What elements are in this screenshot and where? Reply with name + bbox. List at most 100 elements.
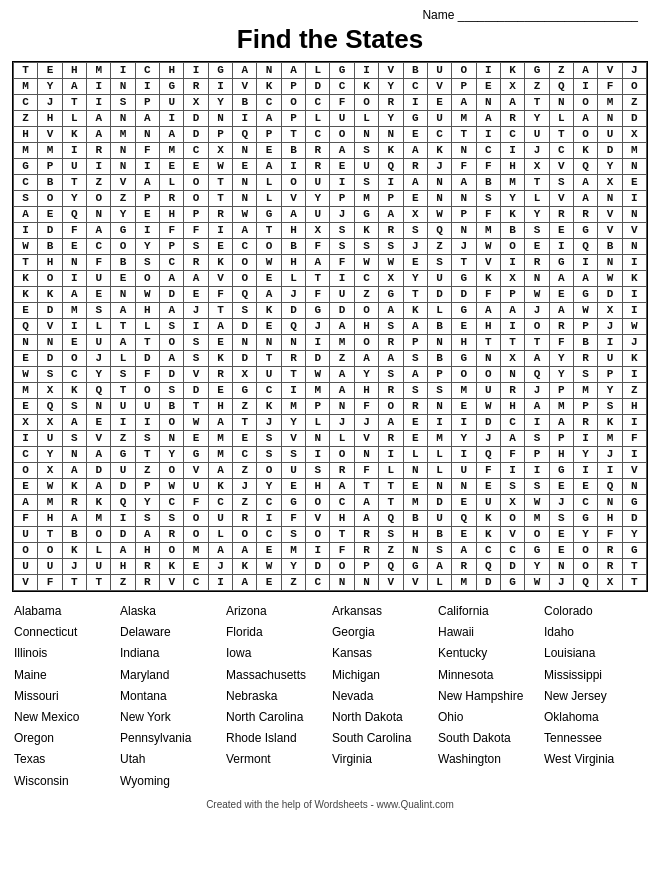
grid-cell: K — [257, 79, 281, 95]
grid-cell: O — [38, 191, 62, 207]
grid-cell: U — [428, 111, 452, 127]
grid-cell: Q — [87, 383, 111, 399]
grid-cell: E — [38, 207, 62, 223]
grid-cell: G — [501, 575, 525, 591]
grid-cell: B — [598, 239, 622, 255]
grid-cell: A — [501, 431, 525, 447]
grid-cell: U — [38, 431, 62, 447]
grid-cell: Z — [623, 95, 647, 111]
grid-cell: A — [404, 175, 428, 191]
grid-cell: I — [136, 223, 160, 239]
grid-cell: O — [623, 79, 647, 95]
grid-cell: R — [184, 255, 208, 271]
grid-cell: I — [306, 335, 330, 351]
grid-cell: A — [574, 271, 598, 287]
grid-cell: S — [38, 367, 62, 383]
grid-cell: O — [574, 559, 598, 575]
grid-cell: O — [574, 95, 598, 111]
grid-cell: N — [404, 463, 428, 479]
grid-cell: M — [623, 143, 647, 159]
grid-cell: A — [160, 303, 184, 319]
list-item: Arkansas — [332, 602, 434, 621]
grid-cell: W — [306, 367, 330, 383]
grid-cell: H — [501, 399, 525, 415]
grid-cell: T — [111, 383, 135, 399]
grid-cell: W — [623, 319, 647, 335]
grid-cell: S — [404, 383, 428, 399]
grid-cell: R — [404, 399, 428, 415]
grid-cell: E — [550, 527, 574, 543]
grid-cell: Z — [111, 575, 135, 591]
grid-cell: A — [330, 383, 354, 399]
grid-cell: A — [87, 479, 111, 495]
grid-cell: H — [209, 399, 233, 415]
grid-cell: E — [87, 287, 111, 303]
grid-cell: N — [550, 559, 574, 575]
grid-cell: S — [160, 319, 184, 335]
grid-cell: Y — [38, 447, 62, 463]
grid-cell: O — [306, 527, 330, 543]
grid-cell: P — [355, 559, 379, 575]
list-item: Pennsylvania — [120, 729, 222, 748]
grid-cell: E — [452, 495, 476, 511]
name-underline: ___________________________ — [458, 8, 638, 22]
grid-cell: I — [282, 159, 306, 175]
grid-cell: N — [111, 79, 135, 95]
grid-cell: S — [550, 511, 574, 527]
grid-cell: J — [257, 415, 281, 431]
grid-cell: A — [282, 63, 306, 79]
grid-cell: G — [184, 447, 208, 463]
list-item: Maine — [14, 666, 116, 685]
grid-cell: L — [428, 463, 452, 479]
grid-cell: T — [330, 527, 354, 543]
grid-cell: I — [574, 255, 598, 271]
grid-cell: P — [282, 79, 306, 95]
grid-cell: C — [574, 495, 598, 511]
grid-cell: F — [282, 511, 306, 527]
grid-cell: L — [306, 111, 330, 127]
grid-cell: S — [233, 303, 257, 319]
grid-cell: C — [257, 383, 281, 399]
list-item: West Virginia — [544, 750, 646, 769]
grid-cell: A — [501, 95, 525, 111]
grid-cell: X — [501, 351, 525, 367]
grid-cell: P — [38, 159, 62, 175]
grid-cell: E — [14, 303, 38, 319]
grid-cell: J — [209, 559, 233, 575]
grid-cell: E — [14, 351, 38, 367]
grid-cell: Z — [355, 287, 379, 303]
grid-cell: U — [87, 335, 111, 351]
grid-cell: L — [404, 447, 428, 463]
grid-cell: A — [87, 447, 111, 463]
grid-cell: Q — [525, 367, 549, 383]
grid-cell: W — [428, 207, 452, 223]
grid-cell: P — [574, 399, 598, 415]
list-item: California — [438, 602, 540, 621]
grid-cell: A — [136, 175, 160, 191]
grid-cell: I — [404, 95, 428, 111]
list-item: Nebraska — [226, 687, 328, 706]
grid-cell: U — [257, 367, 281, 383]
grid-cell: I — [501, 319, 525, 335]
grid-cell: W — [525, 495, 549, 511]
grid-cell: H — [330, 511, 354, 527]
grid-cell: D — [38, 303, 62, 319]
grid-cell: I — [111, 415, 135, 431]
grid-cell: A — [63, 287, 87, 303]
grid-cell: T — [209, 303, 233, 319]
grid-cell: A — [525, 351, 549, 367]
grid-cell: A — [355, 351, 379, 367]
grid-cell: G — [111, 223, 135, 239]
grid-cell: A — [160, 351, 184, 367]
grid-cell: D — [184, 383, 208, 399]
grid-cell: E — [38, 63, 62, 79]
grid-cell: N — [330, 575, 354, 591]
grid-cell: I — [160, 111, 184, 127]
list-item: Indiana — [120, 644, 222, 663]
grid-cell: I — [452, 415, 476, 431]
grid-cell: V — [184, 367, 208, 383]
list-item: Michigan — [332, 666, 434, 685]
grid-cell: P — [379, 191, 403, 207]
grid-cell: L — [428, 303, 452, 319]
grid-cell: O — [63, 351, 87, 367]
